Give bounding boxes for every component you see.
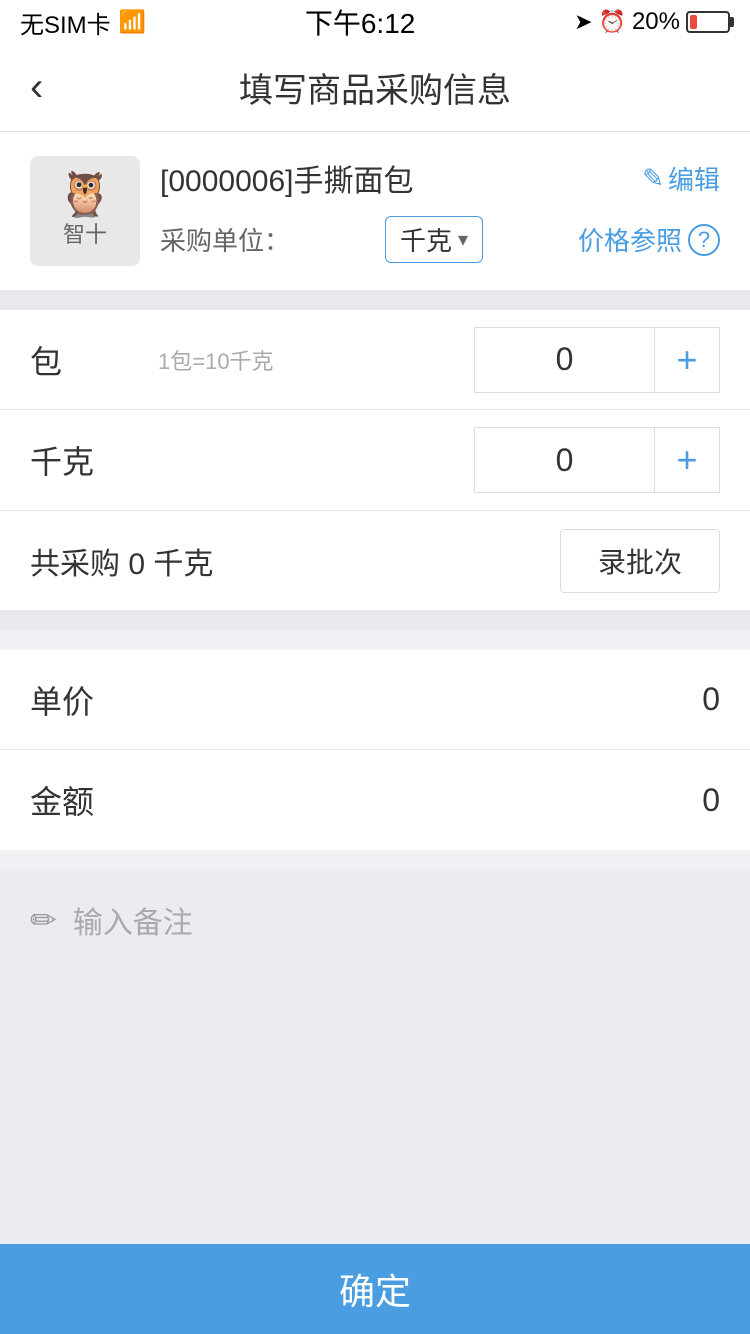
batch-button[interactable]: 录批次 (560, 529, 720, 593)
confirm-button[interactable]: 确定 (0, 1244, 750, 1334)
unit-price-row: 单价 0 (0, 650, 750, 750)
quantity-input-section: 包 1包=10千克 + 千克 + (0, 310, 750, 510)
product-logo-text: 智十 (63, 217, 107, 249)
remark-section[interactable]: ✏ 输入备注 (0, 870, 750, 970)
bao-sublabel: 1包=10千克 (158, 344, 274, 376)
kg-input-row: 千克 + (0, 410, 750, 510)
bao-input[interactable] (474, 327, 654, 393)
pencil-icon: ✏ (30, 901, 57, 939)
unit-value: 千克 (400, 221, 452, 258)
status-time: 下午6:12 (305, 2, 416, 42)
section-divider-1 (0, 290, 750, 310)
location-icon: ➤ (574, 9, 592, 35)
product-logo-icon: 🦉 (58, 173, 113, 217)
summary-text: 共采购 0 千克 (30, 539, 213, 583)
kg-plus-button[interactable]: + (654, 427, 720, 493)
empty-area (0, 970, 750, 1290)
price-section: 单价 0 金额 0 (0, 650, 750, 850)
status-bar: 无SIM卡 📶 下午6:12 ➤ ⏰ 20% (0, 0, 750, 44)
bao-label: 包 (30, 337, 150, 383)
edit-icon: ✎ (642, 163, 664, 194)
alarm-icon: ⏰ (599, 9, 626, 35)
price-ref-label: 价格参照 (578, 221, 682, 258)
product-thumbnail: 🦉 智十 (30, 156, 140, 266)
amount-label: 金额 (30, 777, 94, 823)
unit-price-value: 0 (702, 681, 720, 718)
price-reference-button[interactable]: 价格参照 ? (578, 221, 720, 258)
status-right: ➤ ⏰ 20% (574, 8, 730, 36)
amount-row: 金额 0 (0, 750, 750, 850)
back-button[interactable]: ‹ (30, 65, 43, 110)
confirm-button-label: 确定 (339, 1263, 411, 1315)
question-icon: ? (688, 224, 720, 256)
product-card: 🦉 智十 [0000006]手撕面包 ✎ 编辑 采购单位： 千克 ▾ 价格参照 … (0, 132, 750, 290)
battery-fill (690, 15, 697, 29)
status-left: 无SIM卡 📶 (20, 5, 146, 40)
battery-percent: 20% (632, 8, 680, 36)
product-name: [0000006]手撕面包 (160, 156, 413, 200)
section-divider-2 (0, 610, 750, 630)
kg-label: 千克 (30, 437, 150, 483)
battery-indicator (686, 11, 730, 33)
bao-input-wrapper: + (474, 327, 720, 393)
summary-row: 共采购 0 千克 录批次 (0, 510, 750, 610)
wifi-icon: 📶 (119, 9, 146, 35)
unit-select[interactable]: 千克 ▾ (385, 216, 483, 263)
edit-label: 编辑 (668, 160, 720, 197)
kg-input-wrapper: + (474, 427, 720, 493)
remark-placeholder: 输入备注 (73, 898, 193, 942)
amount-value: 0 (702, 782, 720, 819)
kg-input[interactable] (474, 427, 654, 493)
bao-plus-button[interactable]: + (654, 327, 720, 393)
chevron-down-icon: ▾ (458, 227, 468, 252)
edit-button[interactable]: ✎ 编辑 (642, 160, 720, 197)
purchase-unit-label: 采购单位： (160, 221, 290, 258)
unit-price-label: 单价 (30, 677, 94, 723)
sim-label: 无SIM卡 (20, 5, 111, 40)
nav-bar: ‹ 填写商品采购信息 (0, 44, 750, 132)
page-title: 填写商品采购信息 (239, 63, 511, 112)
bao-input-row: 包 1包=10千克 + (0, 310, 750, 410)
product-info: [0000006]手撕面包 ✎ 编辑 采购单位： 千克 ▾ 价格参照 ? (160, 156, 720, 263)
